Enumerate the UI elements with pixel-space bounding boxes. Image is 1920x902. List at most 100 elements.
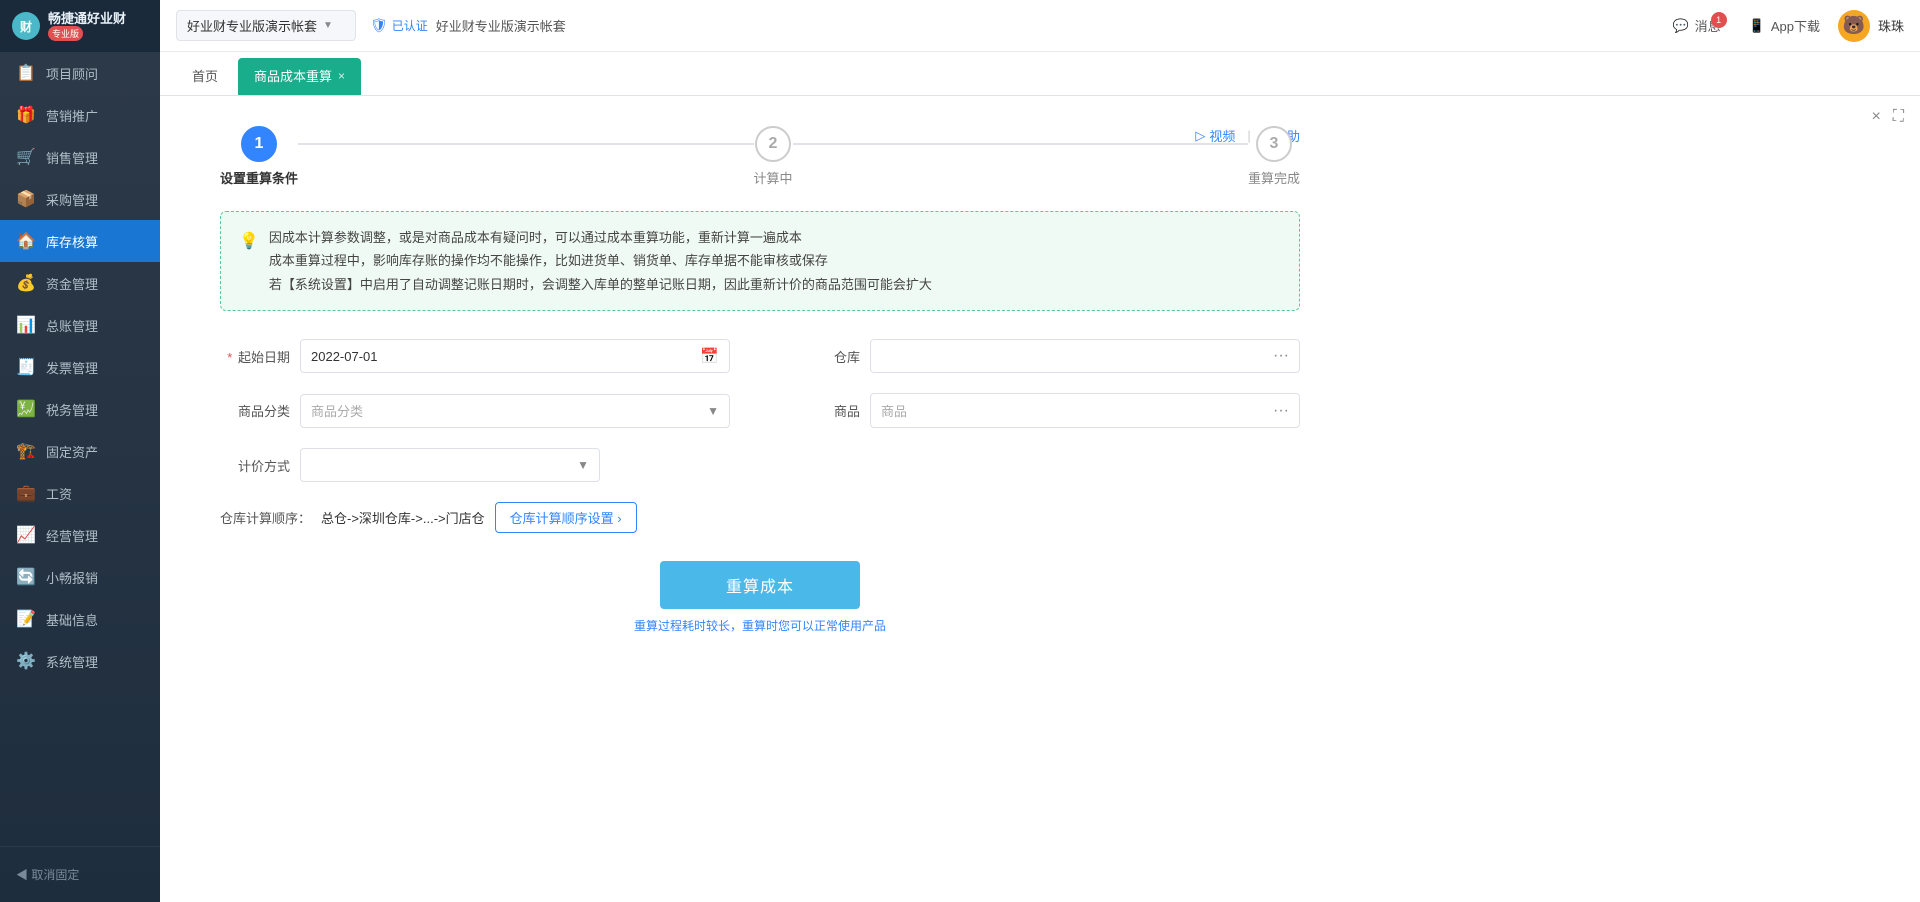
invoice-icon: 🧾 bbox=[16, 357, 36, 377]
sidebar-item-system[interactable]: ⚙️ 系统管理 bbox=[0, 640, 160, 682]
sidebar-item-project[interactable]: 📋 项目顾问 bbox=[0, 52, 160, 94]
avatar: 🐻 bbox=[1838, 10, 1870, 42]
category-select[interactable]: 商品分类 ▼ bbox=[300, 394, 730, 428]
main-area: 好业财专业版演示帐套 ▼ 🛡 已认证 好业财专业版演示帐套 💬 消息 1 📱 A… bbox=[160, 0, 1920, 902]
recalc-hint: 重算过程耗时较长，重算时您可以正常使用产品 bbox=[634, 617, 886, 634]
cert-label: 已认证 bbox=[392, 17, 428, 34]
username-label: 珠珠 bbox=[1878, 16, 1904, 35]
sidebar: 财 畅捷通好业财 专业版 📋 项目顾问 🎁 营销推广 🛒 销售管理 📦 采购管理… bbox=[0, 0, 160, 902]
sidebar-item-label: 销售管理 bbox=[46, 148, 98, 167]
sidebar-item-label: 总账管理 bbox=[46, 316, 98, 335]
sidebar-item-accounting[interactable]: 📊 总账管理 bbox=[0, 304, 160, 346]
sidebar-item-marketing[interactable]: 🎁 营销推广 bbox=[0, 94, 160, 136]
inventory-icon: 🏠 bbox=[16, 231, 36, 251]
step-2: 2 计算中 bbox=[754, 126, 793, 187]
cancel-fixed-label: ◀ 取消固定 bbox=[16, 866, 79, 883]
goods-row: 商品 商品 ··· bbox=[790, 393, 1300, 428]
sidebar-item-label: 库存核算 bbox=[46, 232, 98, 251]
category-label: 商品分类 bbox=[220, 401, 290, 420]
sidebar-item-label: 基础信息 bbox=[46, 610, 98, 629]
account-chevron-icon: ▼ bbox=[323, 20, 333, 31]
expense-icon: 🔄 bbox=[16, 567, 36, 587]
message-icon: 💬 bbox=[1672, 18, 1688, 34]
step-3-label: 重算完成 bbox=[1248, 168, 1300, 187]
step-2-num: 2 bbox=[769, 135, 778, 153]
step-connector-1 bbox=[298, 143, 753, 145]
calendar-icon[interactable]: 📅 bbox=[700, 347, 719, 365]
video-label: 视频 bbox=[1209, 126, 1235, 145]
project-icon: 📋 bbox=[16, 63, 36, 83]
category-row: 商品分类 商品分类 ▼ bbox=[220, 393, 730, 428]
steps-bar: 1 设置重算条件 2 计算中 3 重算完成 bbox=[220, 126, 1300, 187]
user-profile[interactable]: 🐻 珠珠 bbox=[1838, 10, 1904, 42]
tab-recalc[interactable]: 商品成本重算 × bbox=[238, 58, 361, 95]
sidebar-item-label: 发票管理 bbox=[46, 358, 98, 377]
step-3-circle: 3 bbox=[1256, 126, 1292, 162]
info-line-3: 若【系统设置】中启用了自动调整记账日期时，会调整入库单的整单记账日期，因此重新计… bbox=[269, 273, 932, 296]
pricing-select[interactable]: ▼ bbox=[300, 448, 600, 482]
info-box: 💡 因成本计算参数调整，或是对商品成本有疑问时，可以通过成本重算功能，重新计算一… bbox=[220, 211, 1300, 311]
accounting-icon: 📊 bbox=[16, 315, 36, 335]
start-date-input[interactable]: 2022-07-01 📅 bbox=[300, 339, 730, 373]
calc-order-settings-button[interactable]: 仓库计算顺序设置 › bbox=[495, 502, 637, 533]
notification-badge: 1 bbox=[1711, 12, 1727, 28]
sidebar-nav: 📋 项目顾问 🎁 营销推广 🛒 销售管理 📦 采购管理 🏠 库存核算 💰 资金管… bbox=[0, 52, 160, 846]
fixedasset-icon: 🏗️ bbox=[16, 441, 36, 461]
account-name: 好业财专业版演示帐套 bbox=[187, 16, 317, 35]
recalc-btn-wrap: 重算成本 重算过程耗时较长，重算时您可以正常使用产品 bbox=[220, 561, 1300, 634]
sidebar-item-tax[interactable]: 💹 税务管理 bbox=[0, 388, 160, 430]
shield-icon: 🛡 bbox=[370, 17, 388, 34]
sidebar-item-label: 小畅报销 bbox=[46, 568, 98, 587]
account-selector[interactable]: 好业财专业版演示帐套 ▼ bbox=[176, 10, 356, 41]
sidebar-item-operation[interactable]: 📈 经营管理 bbox=[0, 514, 160, 556]
purchase-icon: 📦 bbox=[16, 189, 36, 209]
close-button[interactable]: × bbox=[1871, 108, 1880, 126]
sidebar-item-fixedasset[interactable]: 🏗️ 固定资产 bbox=[0, 430, 160, 472]
expand-button[interactable]: ⛶ bbox=[1893, 108, 1904, 126]
sidebar-edition-badge: 专业版 bbox=[48, 26, 83, 41]
info-line-2: 成本重算过程中，影响库存账的操作均不能操作，比如进货单、销货单、库存单据不能审核… bbox=[269, 249, 932, 272]
required-star: * bbox=[227, 350, 232, 365]
sidebar-item-purchase[interactable]: 📦 采购管理 bbox=[0, 178, 160, 220]
sidebar-item-label: 项目顾问 bbox=[46, 64, 98, 83]
sidebar-item-finance[interactable]: 💰 资金管理 bbox=[0, 262, 160, 304]
recalc-btn-label: 重算成本 bbox=[726, 579, 794, 596]
info-line-1: 因成本计算参数调整，或是对商品成本有疑问时，可以通过成本重算功能，重新计算一遍成… bbox=[269, 226, 932, 249]
step-connector-2 bbox=[793, 143, 1248, 145]
sidebar-item-salary[interactable]: 💼 工资 bbox=[0, 472, 160, 514]
tab-bar: 首页 商品成本重算 × bbox=[160, 52, 1920, 96]
category-chevron-icon: ▼ bbox=[707, 404, 719, 418]
step-3-num: 3 bbox=[1270, 135, 1279, 153]
goods-placeholder: 商品 bbox=[881, 401, 907, 420]
sidebar-item-invoice[interactable]: 🧾 发票管理 bbox=[0, 346, 160, 388]
sidebar-item-label: 经营管理 bbox=[46, 526, 98, 545]
message-button[interactable]: 💬 消息 1 bbox=[1662, 10, 1730, 41]
sidebar-item-basic[interactable]: 📝 基础信息 bbox=[0, 598, 160, 640]
play-icon: ▷ bbox=[1195, 128, 1205, 144]
pricing-chevron-icon: ▼ bbox=[577, 458, 589, 472]
warehouse-label: 仓库 bbox=[790, 347, 860, 366]
sidebar-item-label: 税务管理 bbox=[46, 400, 98, 419]
system-icon: ⚙️ bbox=[16, 651, 36, 671]
window-controls: × ⛶ bbox=[1871, 108, 1904, 126]
warehouse-input[interactable]: ··· bbox=[870, 339, 1300, 373]
sidebar-item-inventory[interactable]: 🏠 库存核算 bbox=[0, 220, 160, 262]
pricing-label: 计价方式 bbox=[220, 456, 290, 475]
sidebar-item-expense[interactable]: 🔄 小畅报销 bbox=[0, 556, 160, 598]
app-download-button[interactable]: 📱 App下载 bbox=[1739, 10, 1830, 41]
goods-input[interactable]: 商品 ··· bbox=[870, 393, 1300, 428]
sidebar-cancel-fixed[interactable]: ◀ 取消固定 bbox=[0, 857, 160, 892]
tab-recalc-label: 商品成本重算 bbox=[254, 66, 332, 85]
tax-icon: 💹 bbox=[16, 399, 36, 419]
start-date-label: * 起始日期 bbox=[220, 347, 290, 366]
warehouse-more-icon[interactable]: ··· bbox=[1273, 347, 1289, 365]
sidebar-item-sales[interactable]: 🛒 销售管理 bbox=[0, 136, 160, 178]
start-date-value: 2022-07-01 bbox=[311, 349, 378, 364]
tab-home[interactable]: 首页 bbox=[176, 58, 234, 95]
video-link[interactable]: ▷ 视频 bbox=[1195, 126, 1235, 145]
tab-close-icon[interactable]: × bbox=[338, 69, 345, 83]
sidebar-item-label: 采购管理 bbox=[46, 190, 98, 209]
recalc-button[interactable]: 重算成本 bbox=[660, 561, 860, 609]
calc-order-row: 仓库计算顺序： 总仓->深圳仓库->...->门店仓 仓库计算顺序设置 › bbox=[220, 502, 1300, 533]
goods-more-icon[interactable]: ··· bbox=[1273, 402, 1289, 420]
